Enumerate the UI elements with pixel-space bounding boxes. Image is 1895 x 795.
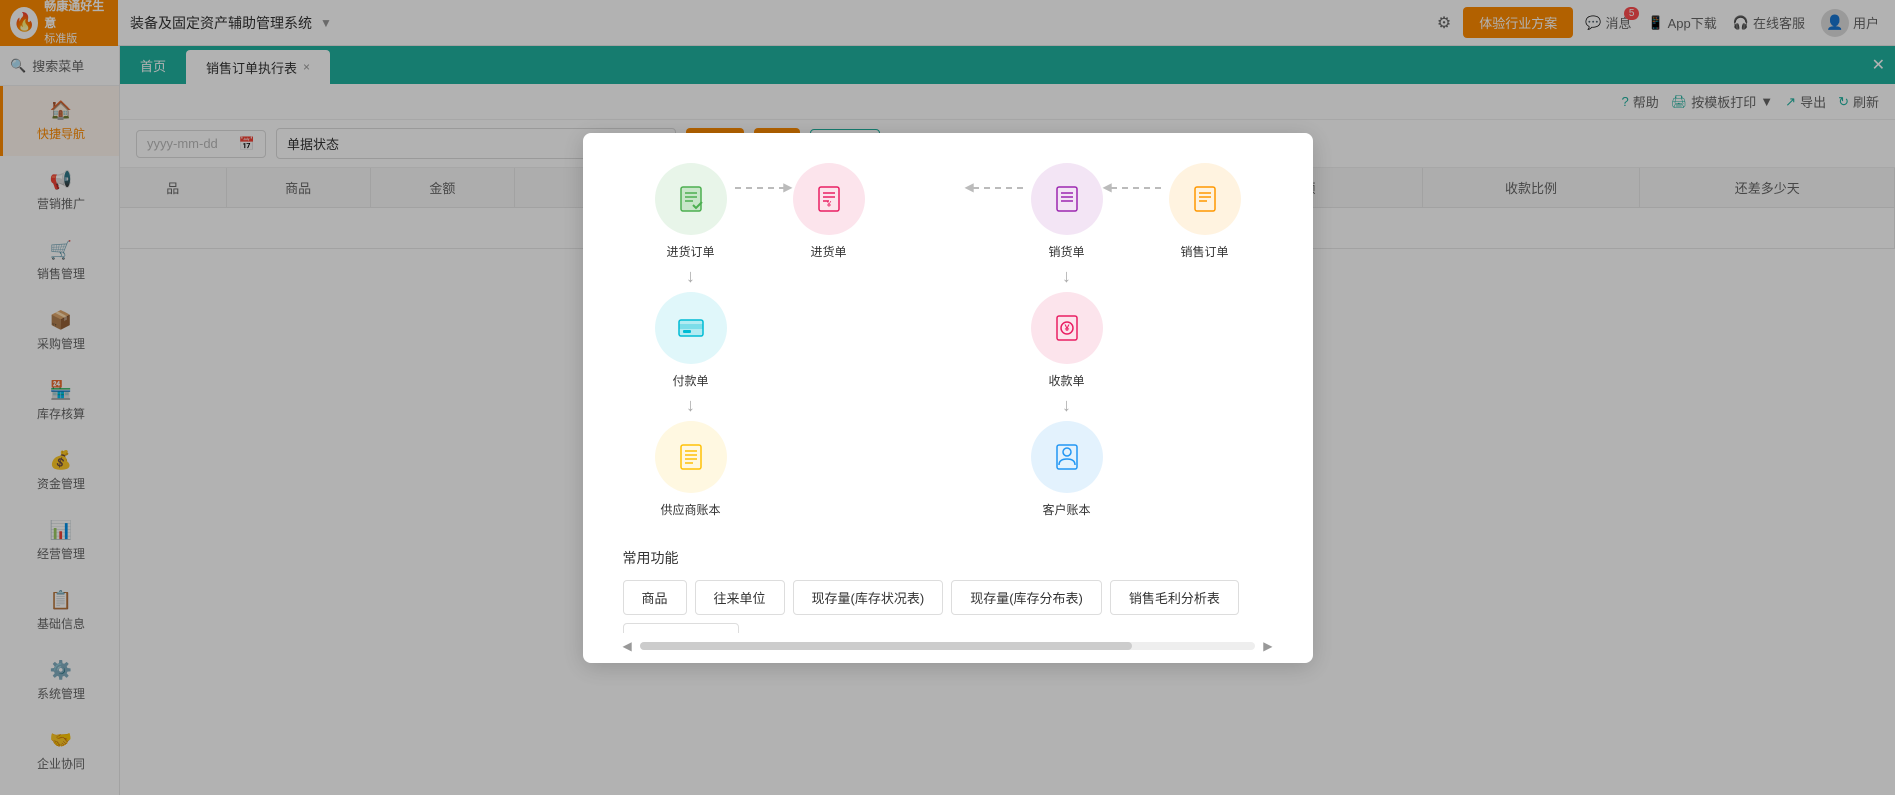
sale-order-column: 销售订单 xyxy=(1169,163,1241,390)
purchase-order-icon xyxy=(655,163,727,235)
func-btn-product-profit[interactable]: 商品毛利分析 xyxy=(623,623,739,633)
modal-body: 进货订单 ↓ 付款单 ↓ xyxy=(583,133,1313,633)
func-btn-product[interactable]: 商品 xyxy=(623,580,687,615)
flow-diagram: 进货订单 ↓ 付款单 ↓ xyxy=(623,163,1273,518)
arrow-right-1 xyxy=(727,187,793,189)
right-flow-column: 销货单 ↓ ¥ 收款单 ↓ xyxy=(1031,163,1103,518)
sale-order-node[interactable]: 销售订单 xyxy=(1169,163,1241,260)
svg-text:¥: ¥ xyxy=(1064,323,1069,333)
left-flow-column: 进货订单 ↓ 付款单 ↓ xyxy=(655,163,727,518)
down-arrow-3: ↓ xyxy=(1062,266,1071,286)
func-btn-stock-dist[interactable]: 现存量(库存分布表) xyxy=(951,580,1102,615)
customer-account-icon xyxy=(1031,421,1103,493)
purchase-order-node[interactable]: 进货订单 xyxy=(655,163,727,260)
down-arrow-4: ↓ xyxy=(1062,395,1071,415)
scroll-thumb xyxy=(640,642,1132,650)
purchase-bill-icon: ¥ xyxy=(793,163,865,235)
middle-left-column: ¥ 进货单 xyxy=(793,163,865,390)
common-title: 常用功能 xyxy=(623,548,1273,568)
modal-scrollbar: ◀ ▶ xyxy=(583,633,1313,663)
payment-icon xyxy=(655,292,727,364)
receipt-icon: ¥ xyxy=(1031,292,1103,364)
sale-order-icon xyxy=(1169,163,1241,235)
arrow-right-3 xyxy=(1103,187,1169,189)
spacer-1 xyxy=(865,163,965,253)
sale-bill-node[interactable]: 销货单 xyxy=(1031,163,1103,260)
func-btn-stock-status[interactable]: 现存量(库存状况表) xyxy=(793,580,944,615)
customer-account-node[interactable]: 客户账本 xyxy=(1031,421,1103,518)
down-arrow-2: ↓ xyxy=(686,395,695,415)
receipt-node[interactable]: ¥ 收款单 xyxy=(1031,292,1103,389)
func-btn-partner[interactable]: 往来单位 xyxy=(695,580,785,615)
sale-bill-icon xyxy=(1031,163,1103,235)
supplier-account-icon xyxy=(655,421,727,493)
common-functions: 常用功能 商品 往来单位 现存量(库存状况表) 现存量(库存分布表) 销售毛利分… xyxy=(623,548,1273,633)
payment-node[interactable]: 付款单 xyxy=(655,292,727,389)
arrow-right-2 xyxy=(965,187,1031,189)
scroll-track[interactable] xyxy=(640,642,1256,650)
func-btn-profit-analysis[interactable]: 销售毛利分析表 xyxy=(1110,580,1239,615)
supplier-account-node[interactable]: 供应商账本 xyxy=(655,421,727,518)
scroll-right-icon[interactable]: ▶ xyxy=(1263,639,1272,653)
svg-text:¥: ¥ xyxy=(825,200,831,209)
flow-modal: 进货订单 ↓ 付款单 ↓ xyxy=(583,133,1313,663)
purchase-bill-node[interactable]: ¥ 进货单 xyxy=(793,163,865,260)
scroll-left-icon[interactable]: ◀ xyxy=(623,639,632,653)
modal-overlay[interactable]: 进货订单 ↓ 付款单 ↓ xyxy=(0,0,1895,795)
down-arrow-1: ↓ xyxy=(686,266,695,286)
func-buttons-row1: 商品 往来单位 现存量(库存状况表) 现存量(库存分布表) 销售毛利分析表 商品… xyxy=(623,580,1273,633)
